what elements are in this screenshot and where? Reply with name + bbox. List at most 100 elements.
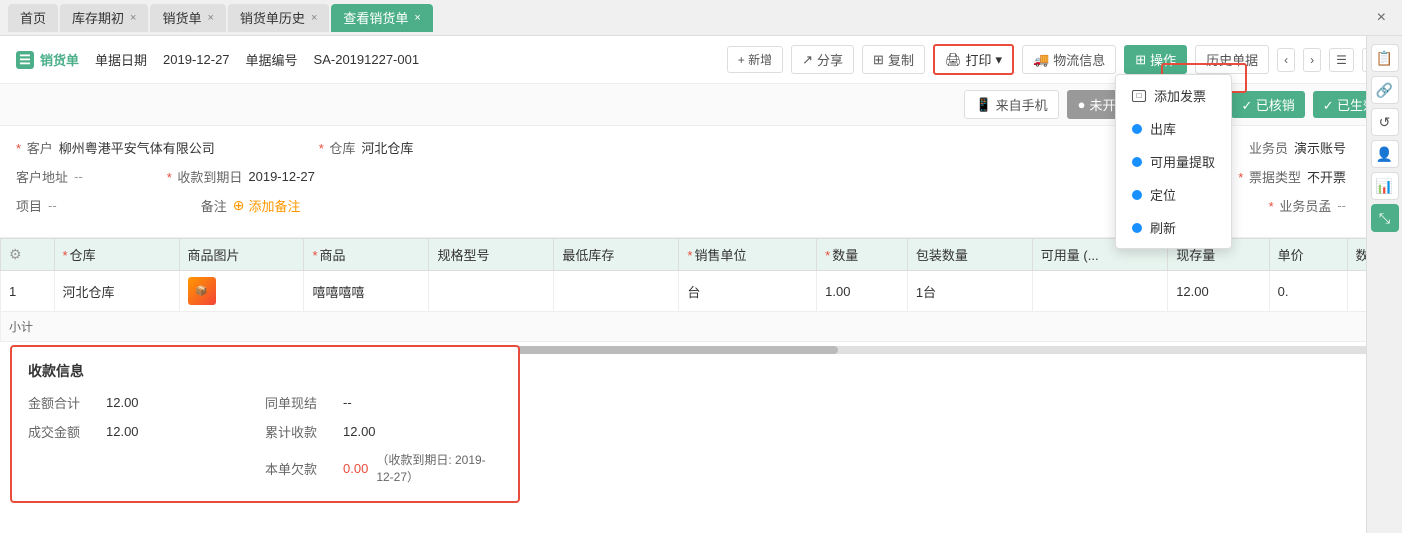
warehouse-value[interactable]: 河北仓库: [361, 138, 413, 157]
prev-button[interactable]: ‹: [1277, 48, 1295, 72]
window-close-button[interactable]: ×: [1369, 5, 1394, 30]
refresh-label: 刷新: [1150, 218, 1176, 237]
dropdown-item-available[interactable]: 可用量提取: [1116, 145, 1231, 178]
row-min-stock: [554, 271, 679, 312]
from-phone-button[interactable]: 📱 来自手机: [964, 90, 1058, 119]
sidebar-icon-expand[interactable]: ⤡: [1371, 204, 1399, 232]
phone-icon: 📱: [975, 97, 991, 113]
warehouse-field: * 仓库 河北仓库: [319, 138, 414, 157]
col-unit: 销售单位: [679, 239, 817, 271]
new-button[interactable]: + 新增: [727, 46, 783, 73]
project-field: 项目 --: [16, 196, 57, 215]
row-current-stock: 12.00: [1168, 271, 1269, 312]
tab-sales-history[interactable]: 销货单历史 ×: [228, 4, 329, 32]
tab-view-sales-close[interactable]: ×: [414, 12, 420, 24]
doc-title-text: 销货单: [40, 50, 79, 69]
dropdown-item-refresh[interactable]: 刷新: [1116, 211, 1231, 244]
logistics-icon: 🚚: [1033, 52, 1049, 68]
ticket-type-label: * 票据类型: [1238, 167, 1301, 186]
settlement-label: 同单现结: [265, 393, 335, 412]
dropdown-item-outbound[interactable]: 出库: [1116, 112, 1231, 145]
col-min-stock: 最低库存: [554, 239, 679, 271]
salesperson-field: * 业务员孟 --: [1269, 196, 1346, 215]
effective-check-icon: ✓: [1323, 98, 1334, 113]
note-label: 备注: [201, 196, 227, 215]
row-product-img: 📦: [179, 271, 304, 312]
add-note-button[interactable]: ⊕ 添加备注: [233, 196, 301, 215]
payment-date-value[interactable]: 2019-12-27: [248, 169, 315, 184]
history-button[interactable]: 历史单据: [1195, 45, 1269, 74]
address-field: 客户地址 --: [16, 167, 83, 186]
tab-inventory[interactable]: 库存期初 ×: [60, 4, 148, 32]
doc-title: ☰ 销货单: [16, 50, 79, 69]
logistics-button[interactable]: 🚚 物流信息: [1022, 45, 1116, 74]
owed-note: （收款到期日: 2019-12-27）: [376, 451, 502, 485]
tab-sales-close[interactable]: ×: [207, 12, 213, 24]
number-value: SA-20191227-001: [314, 52, 420, 67]
copy-button[interactable]: ⊞ 复制: [862, 45, 925, 74]
tab-sales-history-label: 销货单历史: [240, 8, 305, 27]
staff-label: 业务员: [1249, 138, 1288, 157]
customer-value[interactable]: 柳州粤港平安气体有限公司: [59, 138, 215, 157]
subtotal-row: 小计: [1, 312, 1402, 342]
row-price: 0.: [1269, 271, 1347, 312]
tab-inventory-label: 库存期初: [72, 8, 124, 27]
sidebar-icon-2[interactable]: 🔗: [1371, 76, 1399, 104]
operate-icon: ⊞: [1135, 52, 1146, 68]
salesperson-value: --: [1337, 198, 1346, 213]
tab-home-label: 首页: [20, 8, 46, 27]
share-button[interactable]: ↗ 分享: [791, 45, 854, 74]
owed-row: 本单欠款 0.00 （收款到期日: 2019-12-27）: [265, 449, 502, 487]
sidebar-icon-3[interactable]: ↺: [1371, 108, 1399, 136]
sidebar-icon-5[interactable]: 📊: [1371, 172, 1399, 200]
tab-view-sales[interactable]: 查看销货单 ×: [331, 4, 432, 32]
tab-inventory-close[interactable]: ×: [130, 12, 136, 24]
col-warehouse: 仓库: [54, 239, 179, 271]
cumulative-value: 12.00: [343, 424, 376, 439]
payment-date-label: * 收款到期日: [167, 167, 243, 186]
print-button[interactable]: 🖨 打印 ▾: [933, 44, 1014, 75]
tab-sales-history-close[interactable]: ×: [311, 12, 317, 24]
grid-view-button[interactable]: ☰: [1329, 48, 1354, 72]
date-value: 2019-12-27: [163, 52, 230, 67]
payment-title: 收款信息: [28, 361, 502, 381]
available-icon: [1132, 157, 1142, 167]
right-sidebar: 📋 🔗 ↺ 👤 📊 ⤡: [1366, 36, 1402, 533]
amount-label: 金额合计: [28, 393, 98, 412]
address-label: 客户地址: [16, 167, 68, 186]
copy-icon: ⊞: [873, 52, 884, 68]
invoice-icon: □: [1132, 90, 1146, 102]
number-label: 单据编号: [246, 50, 298, 69]
next-button[interactable]: ›: [1303, 48, 1321, 72]
row-qty: 1.00: [817, 271, 908, 312]
address-value: --: [74, 169, 83, 184]
print-icon: 🖨: [945, 52, 962, 68]
row-spec: [429, 271, 554, 312]
voided-button[interactable]: ✓ 已核销: [1231, 91, 1304, 118]
note-field: 备注 ⊕ 添加备注: [201, 196, 301, 215]
tab-bar: 首页 库存期初 × 销货单 × 销货单历史 × 查看销货单 × ×: [0, 0, 1402, 36]
amount-value: 12.00: [106, 395, 139, 410]
product-image: 📦: [188, 277, 216, 305]
sidebar-icon-4[interactable]: 👤: [1371, 140, 1399, 168]
dropdown-menu: □ 添加发票 出库 可用量提取 定位 刷新: [1115, 74, 1232, 249]
salesperson-label: * 业务员孟: [1269, 196, 1332, 215]
warehouse-label: * 仓库: [319, 138, 356, 157]
doc-meta: 单据日期 2019-12-27 单据编号 SA-20191227-001: [95, 50, 419, 69]
tab-home[interactable]: 首页: [8, 4, 58, 32]
table-row: 1 河北仓库 📦 嘻嘻嘻嘻 台 1.00 1台 12.00 0.: [1, 271, 1402, 312]
payment-grid: 金额合计 12.00 同单现结 -- 成交金额 12.00 累计收款 12.00…: [28, 391, 502, 487]
plus-icon: ⊕: [233, 197, 245, 214]
locate-label: 定位: [1150, 185, 1176, 204]
payment-section: 收款信息 金额合计 12.00 同单现结 -- 成交金额 12.00 累计收款 …: [10, 345, 520, 503]
outbound-label: 出库: [1150, 119, 1176, 138]
tab-sales[interactable]: 销货单 ×: [150, 4, 225, 32]
add-invoice-label: 添加发票: [1154, 86, 1206, 105]
dropdown-item-locate[interactable]: 定位: [1116, 178, 1231, 211]
amount-row: 金额合计 12.00: [28, 391, 265, 414]
dropdown-item-add-invoice[interactable]: □ 添加发票: [1116, 79, 1231, 112]
operate-button[interactable]: ⊞ 操作: [1124, 45, 1187, 74]
sidebar-icon-1[interactable]: 📋: [1371, 44, 1399, 72]
deal-amount-value: 12.00: [106, 424, 139, 439]
deal-amount-row: 成交金额 12.00: [28, 420, 265, 443]
